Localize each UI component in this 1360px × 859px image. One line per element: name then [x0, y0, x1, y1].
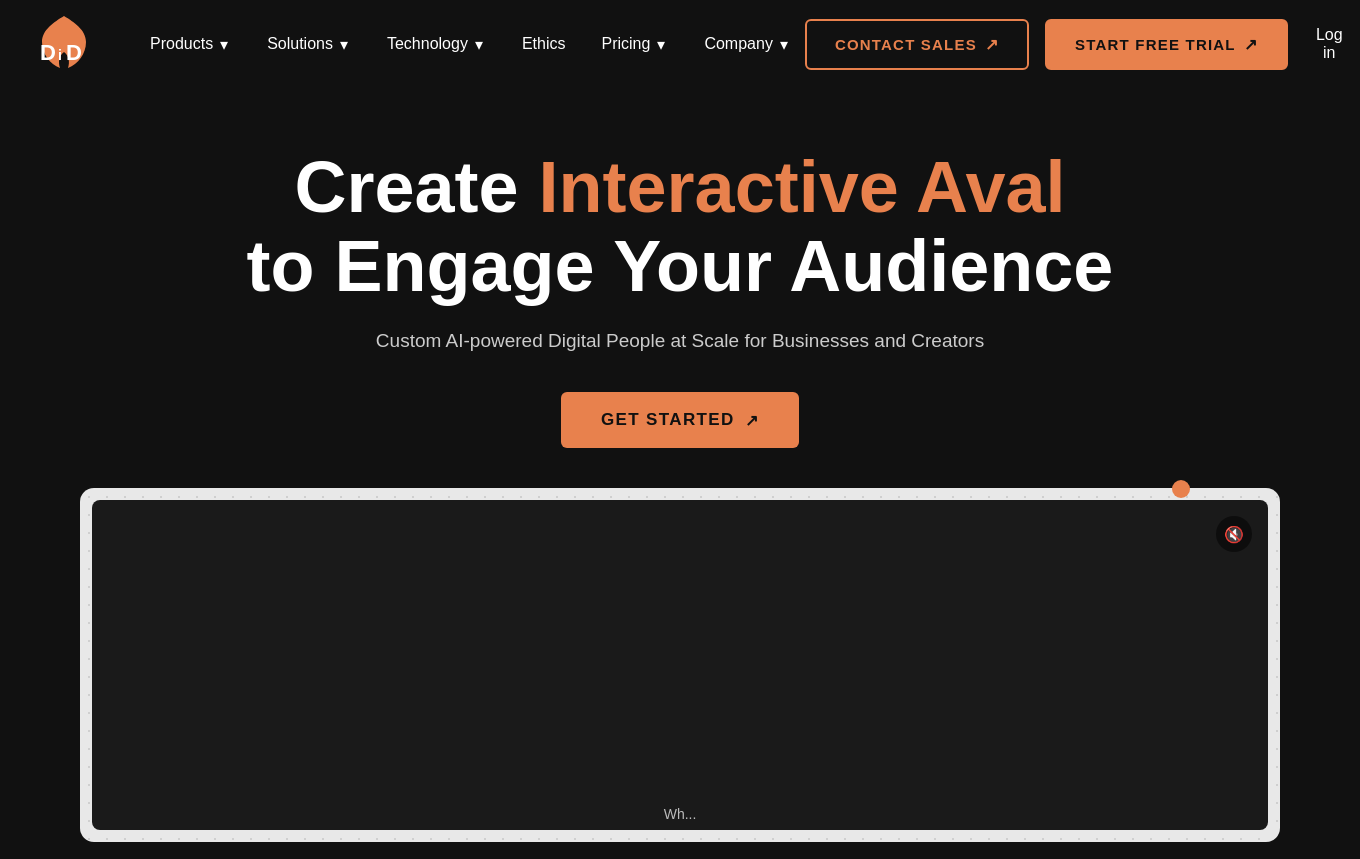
- video-frame: 🔇 Wh...: [80, 488, 1280, 842]
- logo[interactable]: D D i: [32, 12, 96, 76]
- arrow-icon: ↗: [1244, 35, 1258, 54]
- nav-item-technology[interactable]: Technology ▾: [373, 27, 500, 61]
- chevron-down-icon: ▾: [472, 37, 486, 51]
- contact-sales-button[interactable]: CONTACT SALES ↗: [805, 19, 1029, 70]
- chevron-down-icon: ▾: [654, 37, 668, 51]
- arrow-icon: ↗: [985, 35, 999, 54]
- svg-text:D: D: [66, 40, 82, 65]
- chevron-down-icon: ▾: [217, 37, 231, 51]
- arrow-icon: ↗: [745, 411, 759, 430]
- nav-ctas: CONTACT SALES ↗ START FREE TRIAL ↗ Log i…: [805, 18, 1355, 70]
- chevron-down-icon: ▾: [337, 37, 351, 51]
- get-started-button[interactable]: GET STARTED ↗: [561, 392, 799, 448]
- mute-button[interactable]: 🔇: [1216, 516, 1252, 552]
- login-button[interactable]: Log in: [1304, 18, 1355, 70]
- hero-headline: Create Interactive Aval to Engage Your A…: [40, 148, 1320, 306]
- subtitle-text: Wh...: [656, 798, 705, 830]
- nav-item-ethics[interactable]: Ethics: [508, 27, 580, 61]
- video-preview-container: 🔇 Wh...: [80, 488, 1280, 842]
- logo-svg: D D i: [32, 12, 96, 76]
- video-inner: 🔇 Wh...: [92, 500, 1268, 830]
- hero-subtext: Custom AI-powered Digital People at Scal…: [40, 330, 1320, 352]
- hero-section: Create Interactive Aval to Engage Your A…: [0, 88, 1360, 859]
- nav-links: Products ▾ Solutions ▾ Technology ▾ Ethi…: [136, 27, 805, 61]
- svg-text:D: D: [40, 40, 56, 65]
- mute-icon: 🔇: [1224, 525, 1244, 544]
- nav-item-solutions[interactable]: Solutions ▾: [253, 27, 365, 61]
- nav-item-company[interactable]: Company ▾: [690, 27, 804, 61]
- video-subtitle-bar: Wh...: [92, 770, 1268, 830]
- nav-item-products[interactable]: Products ▾: [136, 27, 245, 61]
- nav-item-pricing[interactable]: Pricing ▾: [588, 27, 683, 61]
- decorative-dot-orange-2: [1172, 480, 1190, 498]
- svg-text:i: i: [58, 47, 62, 63]
- chevron-down-icon: ▾: [777, 37, 791, 51]
- start-free-trial-button[interactable]: START FREE TRIAL ↗: [1045, 19, 1288, 70]
- navbar: D D i Products ▾ Solutions ▾ Technology …: [0, 0, 1360, 88]
